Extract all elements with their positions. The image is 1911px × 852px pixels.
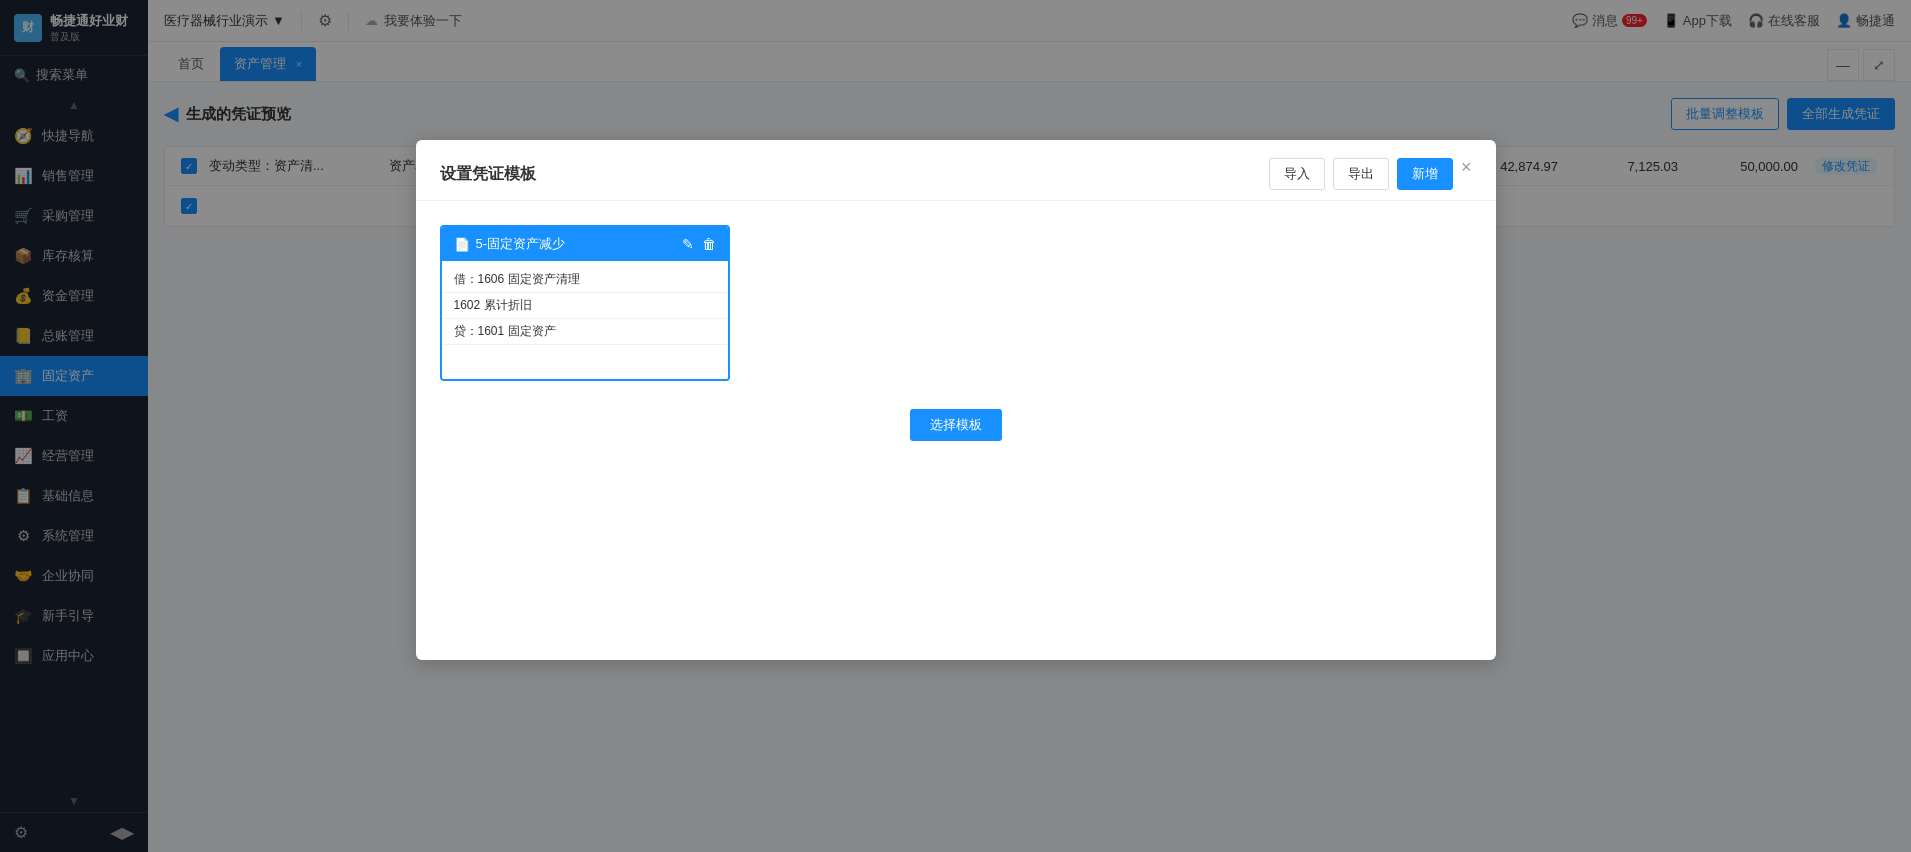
template-actions: ✎ 🗑 (682, 236, 716, 252)
modal-header-actions: 导入 导出 新增 × (1269, 158, 1472, 190)
template-name: 📄 5-固定资产减少 (454, 235, 566, 253)
export-btn[interactable]: 导出 (1333, 158, 1389, 190)
template-footer: 选择模板 (440, 397, 1472, 441)
modal-title: 设置凭证模板 (440, 164, 536, 185)
voucher-template-modal: 设置凭证模板 导入 导出 新增 × 📄 5-固定资产减少 ✎ 🗑 (416, 140, 1496, 660)
debit-row-1-label: 借：1606 固定资产清理 (454, 271, 594, 288)
template-row-3: 贷：1601 固定资产 (442, 319, 728, 345)
debit-row-2-label: 1602 累计折旧 (454, 297, 594, 314)
template-row-2: 1602 累计折旧 (442, 293, 728, 319)
new-template-btn[interactable]: 新增 (1397, 158, 1453, 190)
template-delete-icon[interactable]: 🗑 (702, 236, 716, 252)
import-btn[interactable]: 导入 (1269, 158, 1325, 190)
credit-row-1-label: 贷：1601 固定资产 (454, 323, 594, 340)
template-card-header: 📄 5-固定资产减少 ✎ 🗑 (442, 227, 728, 261)
template-card-body: 借：1606 固定资产清理 1602 累计折旧 贷：1601 固定资产 (442, 261, 728, 379)
modal-close-btn[interactable]: × (1461, 158, 1472, 190)
template-row-1: 借：1606 固定资产清理 (442, 267, 728, 293)
template-empty-row (442, 345, 728, 373)
modal-body: 📄 5-固定资产减少 ✎ 🗑 借：1606 固定资产清理 1602 累计折旧 (416, 201, 1496, 465)
template-card: 📄 5-固定资产减少 ✎ 🗑 借：1606 固定资产清理 1602 累计折旧 (440, 225, 730, 381)
select-template-btn[interactable]: 选择模板 (910, 409, 1002, 441)
template-doc-icon: 📄 (454, 237, 470, 252)
template-edit-icon[interactable]: ✎ (682, 236, 694, 252)
modal-header: 设置凭证模板 导入 导出 新增 × (416, 140, 1496, 201)
